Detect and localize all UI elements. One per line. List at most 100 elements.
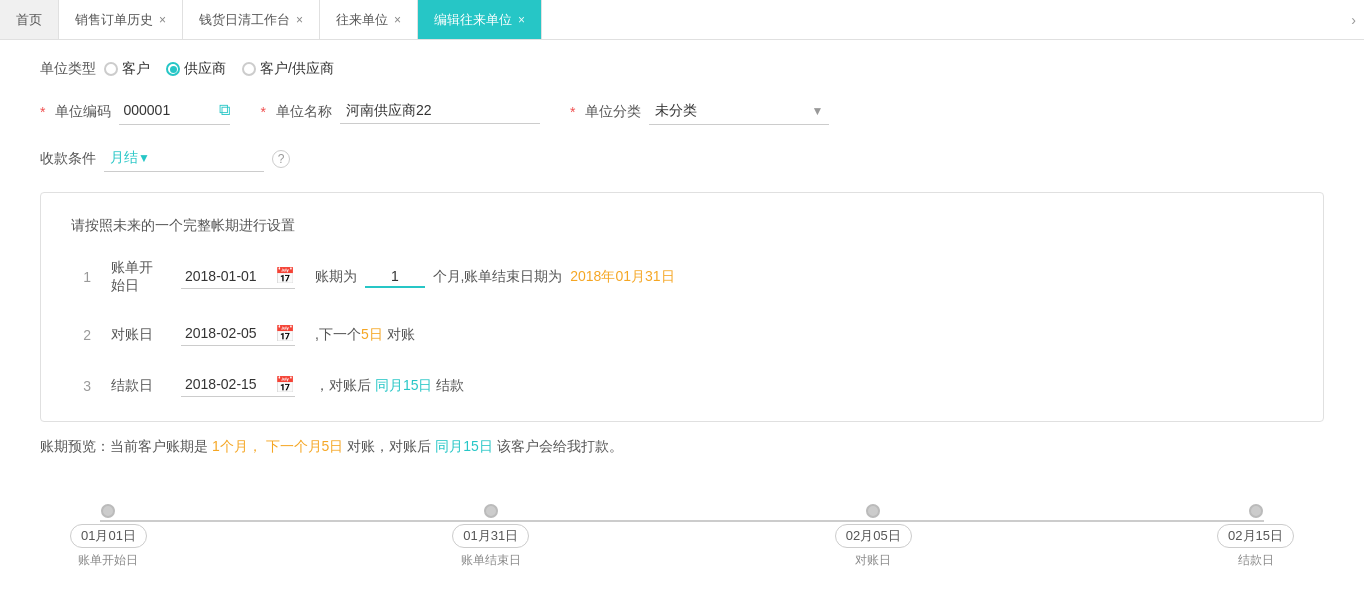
radio-both-circle [242, 62, 256, 76]
tab-cash-work[interactable]: 钱货日清工作台 × [183, 0, 320, 39]
unit-category-required: * [570, 104, 575, 120]
unit-category-dropdown[interactable]: 未分类 ▼ [649, 98, 829, 125]
card-title: 请按照未来的一个完整帐期进行设置 [71, 217, 1293, 235]
row-type-2: 对账日 [111, 326, 161, 344]
timeline-dot-1 [101, 504, 115, 518]
highlight-next-day: 5日 [361, 326, 383, 342]
payment-terms-label: 收款条件 [40, 150, 96, 168]
tab-bar: 首页 销售订单历史 × 钱货日清工作台 × 往来单位 × 编辑往来单位 × › [0, 0, 1364, 40]
date-input-2[interactable] [181, 323, 271, 343]
timeline-dot-2 [484, 504, 498, 518]
tab-scroll-right-icon[interactable]: › [1343, 0, 1364, 39]
tab-partner-label: 往来单位 [336, 11, 388, 29]
unit-name-input[interactable] [340, 99, 540, 124]
preview-label: 账期预览：当前客户账期是 [40, 438, 208, 454]
timeline-desc-3: 对账日 [855, 552, 891, 569]
date-input-1[interactable] [181, 266, 271, 286]
payment-terms-arrow-icon: ▼ [138, 151, 150, 165]
radio-supplier-label: 供应商 [184, 60, 226, 78]
radio-customer-label: 客户 [122, 60, 150, 78]
timeline-dot-4 [1249, 504, 1263, 518]
preview-part1: 1个月， [212, 438, 262, 454]
tab-cash-work-label: 钱货日清工作台 [199, 11, 290, 29]
timeline-date-1: 01月01日 [70, 524, 147, 548]
row-type-3: 结款日 [111, 377, 161, 395]
unit-code-copy-icon[interactable]: ⧉ [219, 101, 230, 119]
desc-suffix-1: 个月,账单结束日期为 [433, 268, 563, 284]
setting-row-1: 1 账单开始日 📅 账期为 个月,账单结束日期为 2018年01月31日 [71, 259, 1293, 295]
unit-category-arrow-icon: ▼ [811, 104, 823, 118]
radio-both[interactable]: 客户/供应商 [242, 60, 334, 78]
tab-sales-order[interactable]: 销售订单历史 × [59, 0, 183, 39]
radio-customer[interactable]: 客户 [104, 60, 150, 78]
calendar-icon-2[interactable]: 📅 [275, 324, 295, 343]
unit-code-label: 单位编码 [55, 103, 111, 121]
unit-code-required: * [40, 104, 45, 120]
unit-code-group: * 单位编码 ⧉ [40, 98, 230, 125]
tab-edit-partner[interactable]: 编辑往来单位 × [418, 0, 542, 39]
date-input-3[interactable] [181, 374, 271, 394]
unit-category-label: 单位分类 [585, 103, 641, 121]
date-wrap-2: 📅 [181, 323, 295, 346]
date-wrap-3: 📅 [181, 374, 295, 397]
unit-category-value: 未分类 [655, 102, 811, 120]
radio-customer-circle [104, 62, 118, 76]
radio-supplier[interactable]: 供应商 [166, 60, 226, 78]
preview-part5: 该客户会给我打款。 [497, 438, 623, 454]
timeline-node-1: 01月01日 账单开始日 [70, 504, 147, 569]
radio-group: 客户 供应商 客户/供应商 [104, 60, 334, 78]
row-num-1: 1 [71, 269, 91, 285]
preview-part3: 对账，对账后 [347, 438, 431, 454]
row-desc-1: 账期为 个月,账单结束日期为 2018年01月31日 [315, 266, 675, 288]
timeline-date-2: 01月31日 [452, 524, 529, 548]
unit-code-input[interactable] [119, 98, 219, 122]
close-cash-work-icon[interactable]: × [296, 13, 303, 27]
close-sales-order-icon[interactable]: × [159, 13, 166, 27]
timeline-date-3: 02月05日 [835, 524, 912, 548]
row-num-2: 2 [71, 327, 91, 343]
preview-part4: 同月15日 [435, 438, 493, 454]
timeline-desc-2: 账单结束日 [461, 552, 521, 569]
timeline: 01月01日 账单开始日 01月31日 账单结束日 02月05日 对账日 02月… [40, 484, 1324, 608]
date-wrap-1: 📅 [181, 266, 295, 289]
row-num-3: 3 [71, 378, 91, 394]
unit-type-row: 单位类型 客户 供应商 客户/供应商 [40, 60, 1324, 78]
close-edit-partner-icon[interactable]: × [518, 13, 525, 27]
tab-home-label: 首页 [16, 11, 42, 29]
tab-home[interactable]: 首页 [0, 0, 59, 39]
tab-edit-partner-label: 编辑往来单位 [434, 11, 512, 29]
timeline-node-3: 02月05日 对账日 [835, 504, 912, 569]
timeline-node-4: 02月15日 结款日 [1217, 504, 1294, 569]
unit-code-input-wrap: ⧉ [119, 98, 230, 125]
row-desc-2: ,下一个5日 对账 [315, 326, 415, 344]
highlight-payment-day: 同月15日 [375, 377, 433, 393]
calendar-icon-3[interactable]: 📅 [275, 375, 295, 394]
unit-type-group: 单位类型 客户 供应商 客户/供应商 [40, 60, 334, 78]
row-type-1: 账单开始日 [111, 259, 161, 295]
tab-sales-order-label: 销售订单历史 [75, 11, 153, 29]
payment-terms-row: 收款条件 月结 ▼ ? [40, 145, 1324, 172]
radio-supplier-circle [166, 62, 180, 76]
preview-section: 账期预览：当前客户账期是 1个月， 下一个月5日 对账，对账后 同月15日 该客… [40, 422, 1324, 608]
calendar-icon-1[interactable]: 📅 [275, 266, 295, 285]
payment-terms-help-icon[interactable]: ? [272, 150, 290, 168]
payment-terms-dropdown[interactable]: 月结 ▼ [104, 145, 264, 172]
main-content: 单位类型 客户 供应商 客户/供应商 * 单位编码 [0, 40, 1364, 608]
payment-terms-group: 收款条件 月结 ▼ ? [40, 145, 290, 172]
setting-row-2: 2 对账日 📅 ,下一个5日 对账 [71, 323, 1293, 346]
unit-name-label: 单位名称 [276, 103, 332, 121]
row-desc-3: ，对账后 同月15日 结款 [315, 377, 464, 395]
timeline-dot-3 [866, 504, 880, 518]
timeline-desc-1: 账单开始日 [78, 552, 138, 569]
payment-terms-value: 月结 [110, 149, 138, 167]
desc-prefix-1: 账期为 [315, 268, 357, 284]
settings-card: 请按照未来的一个完整帐期进行设置 1 账单开始日 📅 账期为 个月,账单结束日期… [40, 192, 1324, 422]
radio-both-label: 客户/供应商 [260, 60, 334, 78]
close-partner-icon[interactable]: × [394, 13, 401, 27]
unit-name-required: * [260, 104, 265, 120]
period-input[interactable] [365, 266, 425, 288]
unit-category-group: * 单位分类 未分类 ▼ [570, 98, 829, 125]
tab-partner[interactable]: 往来单位 × [320, 0, 418, 39]
unit-type-label: 单位类型 [40, 60, 96, 78]
setting-row-3: 3 结款日 📅 ，对账后 同月15日 结款 [71, 374, 1293, 397]
